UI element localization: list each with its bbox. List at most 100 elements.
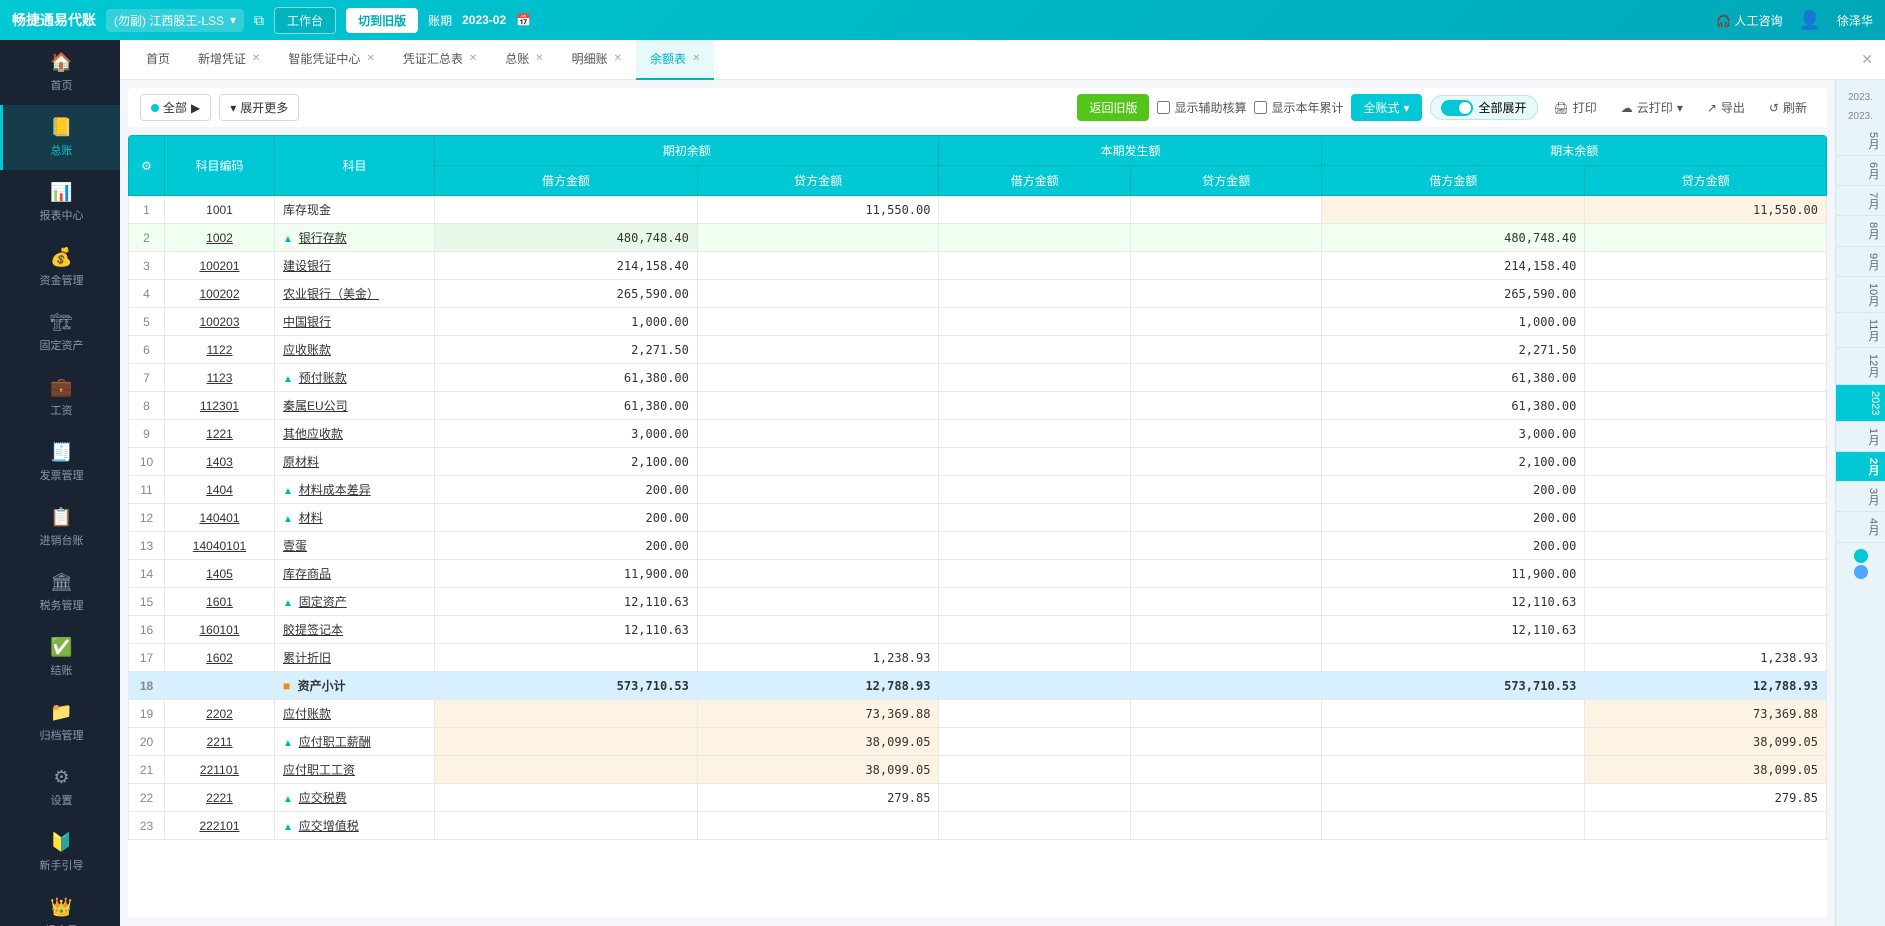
subject-code[interactable]: 2221 (165, 784, 275, 812)
subject-code[interactable]: 160101 (165, 616, 275, 644)
sidebar-item-home[interactable]: 🏠 首页 (0, 40, 120, 105)
print-button[interactable]: 🖨 打印 (1546, 95, 1605, 120)
subject-code[interactable]: 1002 (165, 224, 275, 252)
subject-code[interactable]: 1602 (165, 644, 275, 672)
workbench-button[interactable]: 工作台 (274, 7, 336, 34)
subject-code[interactable]: 1221 (165, 420, 275, 448)
expand-icon[interactable]: ▲ (283, 822, 296, 833)
month-4[interactable]: 4月 (1836, 512, 1885, 542)
tab-voucher-summary-close[interactable]: ✕ (469, 53, 477, 64)
subject-name[interactable]: 应付账款 (275, 700, 435, 728)
tab-detail-ledger-close[interactable]: ✕ (614, 53, 622, 64)
subject-code[interactable]: 1601 (165, 588, 275, 616)
tab-balance-sheet[interactable]: 余额表 ✕ (636, 40, 714, 80)
tab-balance-sheet-close[interactable]: ✕ (692, 53, 700, 64)
subject-code[interactable]: 1403 (165, 448, 275, 476)
sidebar-item-tax[interactable]: 🏛 税务管理 (0, 560, 120, 625)
subject-code[interactable]: 140401 (165, 504, 275, 532)
consult-btn[interactable]: 🎧 人工咨询 (1716, 12, 1782, 29)
month-6[interactable]: 6月 (1836, 156, 1885, 186)
subject-name[interactable]: 原材料 (275, 448, 435, 476)
sidebar-item-salary[interactable]: 💼 工资 (0, 365, 120, 430)
subject-name[interactable]: ▲ 固定资产 (275, 588, 435, 616)
subject-name[interactable]: ▲ 银行存款 (275, 224, 435, 252)
expand-all-toggle[interactable]: 全部展开 (1430, 95, 1538, 120)
month-7[interactable]: 7月 (1836, 186, 1885, 216)
tab-voucher-summary[interactable]: 凭证汇总表 ✕ (389, 40, 491, 80)
subject-name[interactable]: ▲ 材料 (275, 504, 435, 532)
expand-icon[interactable]: ▲ (283, 738, 296, 749)
subject-code[interactable]: 1405 (165, 560, 275, 588)
month-5[interactable]: 5月 (1836, 126, 1885, 156)
tab-smart-verify[interactable]: 智能凭证中心 ✕ (274, 40, 388, 80)
sidebar-item-ledger[interactable]: 📒 总账 (0, 105, 120, 170)
subject-code[interactable]: 100202 (165, 280, 275, 308)
tab-smart-verify-close[interactable]: ✕ (366, 53, 374, 64)
tab-new-voucher-close[interactable]: ✕ (252, 53, 260, 64)
expand-icon[interactable]: ▲ (283, 794, 296, 805)
subject-name[interactable]: 应收账款 (275, 336, 435, 364)
close-all-tabs[interactable]: ✕ (1861, 51, 1873, 68)
sidebar-item-settings[interactable]: ⚙ 设置 (0, 755, 120, 820)
sidebar-item-purchase[interactable]: 📋 进销台账 (0, 495, 120, 560)
expand-icon[interactable]: ▲ (283, 486, 296, 497)
subject-name[interactable]: 中国银行 (275, 308, 435, 336)
month-1[interactable]: 1月 (1836, 422, 1885, 452)
subject-name[interactable]: 壹蛋 (275, 532, 435, 560)
full-mode-button[interactable]: 全账式 ▾ (1351, 94, 1421, 121)
subject-code[interactable]: 221101 (165, 756, 275, 784)
tab-detail-ledger[interactable]: 明细账 ✕ (558, 40, 636, 80)
export-button[interactable]: ↗ 导出 (1699, 95, 1753, 120)
subject-code[interactable]: 100203 (165, 308, 275, 336)
expand-icon[interactable]: ▲ (283, 514, 296, 525)
subject-code[interactable]: 100201 (165, 252, 275, 280)
copy-icon[interactable]: ⧉ (254, 12, 264, 29)
subject-code[interactable]: 112301 (165, 392, 275, 420)
tab-general-ledger-close[interactable]: ✕ (535, 53, 543, 64)
cloud-print-button[interactable]: ☁ 云打印 ▾ (1613, 95, 1691, 120)
subject-code[interactable]: 14040101 (165, 532, 275, 560)
subject-name[interactable]: 建设银行 (275, 252, 435, 280)
subject-name[interactable]: 其他应收款 (275, 420, 435, 448)
subject-name[interactable]: 农业银行（美金） (275, 280, 435, 308)
ytd-checkbox-input[interactable] (1254, 101, 1267, 114)
tab-home[interactable]: 首页 (132, 40, 184, 80)
subject-name[interactable]: 秦属EU公司 (275, 392, 435, 420)
subject-name[interactable]: ▲ 预付账款 (275, 364, 435, 392)
subject-code[interactable]: 1122 (165, 336, 275, 364)
subject-name[interactable]: ▲ 应付职工薪酬 (275, 728, 435, 756)
subject-name[interactable]: ▲ 应交税费 (275, 784, 435, 812)
sidebar-item-assets[interactable]: 🏗 固定资产 (0, 300, 120, 365)
subject-code[interactable]: 2211 (165, 728, 275, 756)
year-2023[interactable]: 2023 (1836, 385, 1885, 422)
sidebar-item-invoice[interactable]: 🧾 发票管理 (0, 430, 120, 495)
expand-more-button[interactable]: ▾ 展开更多 (219, 94, 299, 121)
subject-code[interactable]: 1404 (165, 476, 275, 504)
subject-name[interactable]: ▲ 材料成本差异 (275, 476, 435, 504)
subject-code[interactable]: 2202 (165, 700, 275, 728)
tab-new-voucher[interactable]: 新增凭证 ✕ (184, 40, 274, 80)
month-11[interactable]: 11月 (1836, 313, 1885, 348)
subject-name[interactable]: 应付职工工资 (275, 756, 435, 784)
filter-all-button[interactable]: 全部 ▶ (140, 94, 211, 121)
sidebar-item-funds[interactable]: 💰 资金管理 (0, 235, 120, 300)
toggle-switch[interactable] (1441, 100, 1473, 116)
sidebar-item-guide[interactable]: 🔰 新手引导 (0, 820, 120, 885)
show-ytd-checkbox[interactable]: 显示本年累计 (1254, 99, 1343, 116)
expand-icon[interactable]: ▲ (283, 374, 296, 385)
expand-icon[interactable]: ▲ (283, 234, 296, 245)
show-auxiliary-checkbox[interactable]: 显示辅助核算 (1157, 99, 1246, 116)
month-10[interactable]: 10月 (1836, 277, 1885, 313)
sidebar-item-archive[interactable]: 📁 归档管理 (0, 690, 120, 755)
subject-code[interactable]: 222101 (165, 812, 275, 840)
month-3[interactable]: 3月 (1836, 482, 1885, 512)
subject-name[interactable]: 库存商品 (275, 560, 435, 588)
tab-general-ledger[interactable]: 总账 ✕ (491, 40, 557, 80)
switch-version-button[interactable]: 切到旧版 (346, 8, 418, 33)
return-old-version-button[interactable]: 返回旧版 (1077, 94, 1149, 121)
sidebar-item-reports[interactable]: 📊 报表中心 (0, 170, 120, 235)
sidebar-item-settle[interactable]: ✅ 结账 (0, 625, 120, 690)
subject-code[interactable]: 1123 (165, 364, 275, 392)
auxiliary-checkbox-input[interactable] (1157, 101, 1170, 114)
calendar-icon[interactable]: 📅 (516, 13, 531, 27)
